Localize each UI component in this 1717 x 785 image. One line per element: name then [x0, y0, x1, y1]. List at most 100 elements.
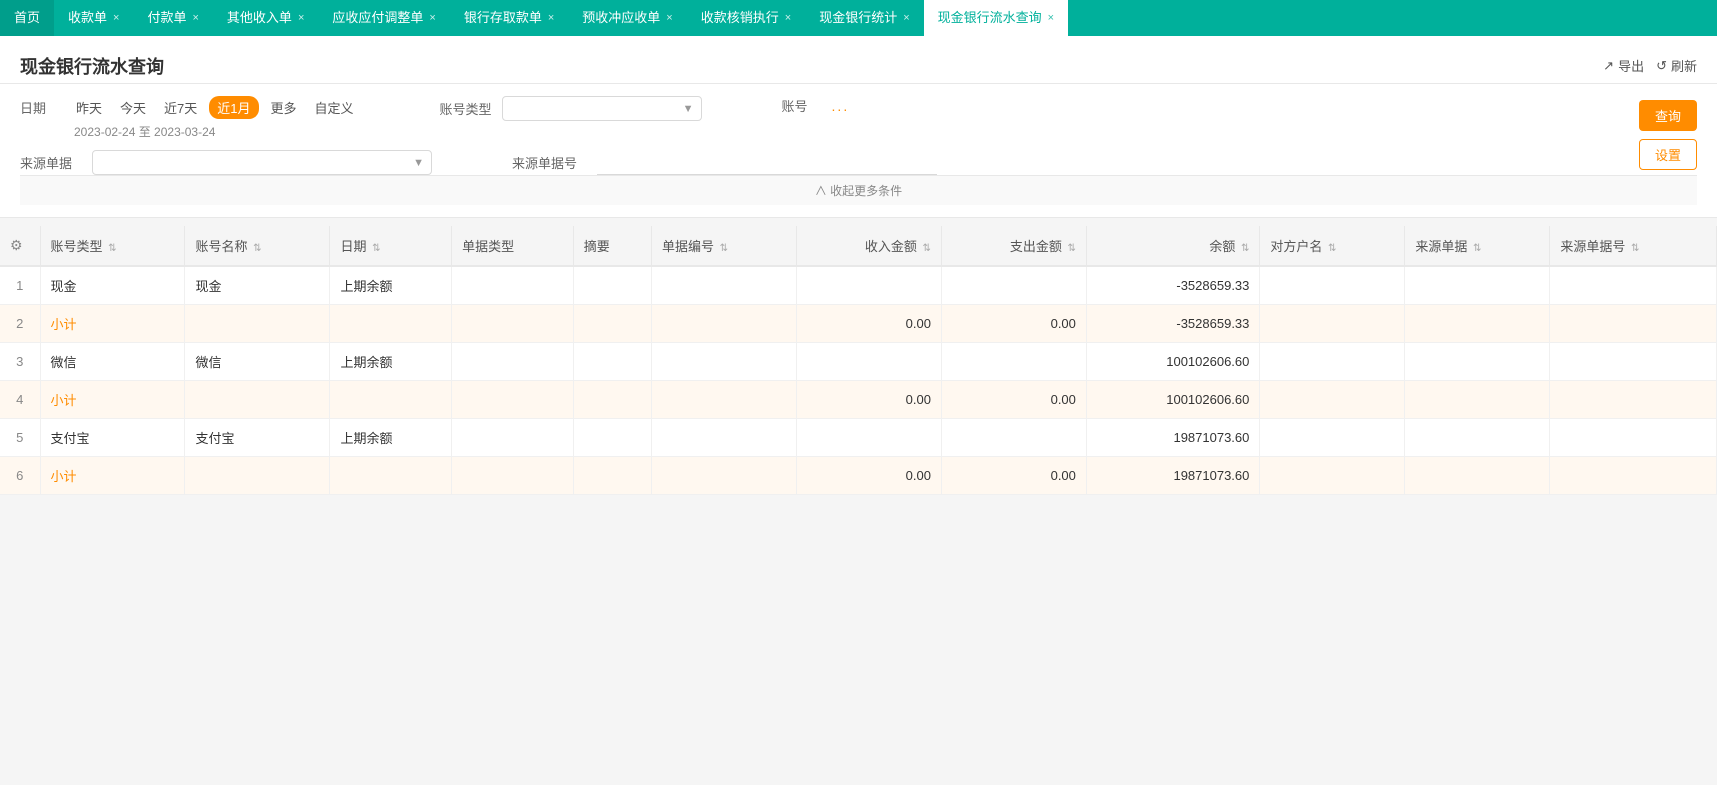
date-opt-today[interactable]: 今天 [114, 96, 152, 119]
close-icon[interactable]: × [548, 0, 554, 36]
col-label: 摘要 [584, 239, 610, 254]
nav-tab-liushuichaxun[interactable]: 现金银行流水查询 × [924, 0, 1068, 36]
col-income: 收入金额 ⇅ [796, 226, 941, 266]
col-label: 单据编号 [662, 239, 714, 254]
nav-tab-fukuandan[interactable]: 付款单 × [133, 0, 212, 36]
cell-source-doc-no [1550, 419, 1717, 457]
cell-doc-type [452, 457, 574, 495]
account-type-label: 账号类型 [440, 99, 492, 118]
nav-tab-yingshoutiaozheng[interactable]: 应收应付调整单 × [318, 0, 449, 36]
close-icon[interactable]: × [298, 0, 304, 36]
refresh-label: 刷新 [1671, 56, 1697, 75]
table-row: 4小计0.000.00100102606.60 [0, 381, 1717, 419]
nav-tab-label: 其他收入单 [227, 0, 292, 36]
cell-expense: 0.00 [941, 457, 1086, 495]
cell-source-doc-no [1550, 305, 1717, 343]
table-row: 1现金现金上期余额-3528659.33 [0, 266, 1717, 305]
sort-icon[interactable]: ⇅ [1473, 243, 1481, 254]
sort-icon[interactable]: ⇅ [108, 243, 116, 254]
col-label: 对方户名 [1270, 239, 1322, 254]
row-number: 2 [0, 305, 40, 343]
cell-balance: -3528659.33 [1086, 266, 1259, 305]
cell-income [796, 343, 941, 381]
export-button[interactable]: ↗ 导出 [1603, 56, 1644, 75]
sort-icon[interactable]: ⇅ [1241, 243, 1249, 254]
nav-tab-qitashouru[interactable]: 其他收入单 × [213, 0, 318, 36]
account-dots[interactable]: ... [832, 98, 850, 114]
settings-button[interactable]: 设置 [1639, 139, 1697, 170]
cell-date: 上期余额 [330, 343, 452, 381]
cell-account-name [185, 381, 330, 419]
cell-doc-type [452, 305, 574, 343]
sort-icon[interactable]: ⇅ [1068, 243, 1076, 254]
source-doc-select-wrapper: ▼ [92, 150, 432, 175]
cell-counterpart [1260, 381, 1405, 419]
sort-icon[interactable]: ⇅ [372, 243, 380, 254]
page-title: 现金银行流水查询 [20, 53, 164, 79]
date-opt-custom[interactable]: 自定义 [309, 96, 360, 119]
nav-tab-label: 收款单 [68, 0, 107, 36]
row-number: 5 [0, 419, 40, 457]
collapse-label: 收起更多条件 [830, 184, 902, 198]
query-button[interactable]: 查询 [1639, 100, 1697, 131]
nav-tab-yushou[interactable]: 预收冲应收单 × [568, 0, 686, 36]
col-balance: 余额 ⇅ [1086, 226, 1259, 266]
nav-tab-label: 付款单 [147, 0, 186, 36]
cell-doc-no [652, 305, 797, 343]
cell-doc-no [652, 343, 797, 381]
nav-tab-label: 预收冲应收单 [582, 0, 660, 36]
source-doc-select[interactable] [92, 150, 432, 175]
date-options: 昨天 今天 近7天 近1月 更多 自定义 [70, 96, 360, 119]
cell-account-type: 现金 [40, 266, 185, 305]
source-doc-label: 来源单据 [20, 153, 72, 172]
nav-tab-shoukuanhexiao[interactable]: 收款核销执行 × [687, 0, 805, 36]
nav-tab-yinhangcunkuan[interactable]: 银行存取款单 × [450, 0, 568, 36]
cell-source-doc [1405, 381, 1550, 419]
cell-balance: 100102606.60 [1086, 343, 1259, 381]
sort-icon[interactable]: ⇅ [253, 243, 261, 254]
close-icon[interactable]: × [192, 0, 198, 36]
date-opt-more[interactable]: 更多 [265, 96, 303, 119]
collapse-bar[interactable]: ∧ 收起更多条件 [20, 175, 1697, 205]
sort-icon[interactable]: ⇅ [1631, 243, 1639, 254]
row-number: 4 [0, 381, 40, 419]
cell-expense [941, 266, 1086, 305]
close-icon[interactable]: × [903, 0, 909, 36]
sort-icon[interactable]: ⇅ [720, 243, 728, 254]
collapse-icon: ∧ [815, 184, 827, 198]
col-label: 账号类型 [51, 239, 103, 254]
date-opt-yesterday[interactable]: 昨天 [70, 96, 108, 119]
col-label: 余额 [1209, 239, 1235, 254]
date-opt-1month[interactable]: 近1月 [209, 96, 258, 119]
cell-expense: 0.00 [941, 381, 1086, 419]
source-doc-num-input[interactable] [597, 151, 937, 175]
sort-icon[interactable]: ⇅ [1328, 243, 1336, 254]
cell-income: 0.00 [796, 381, 941, 419]
table-body: 1现金现金上期余额-3528659.332小计0.000.00-3528659.… [0, 266, 1717, 495]
col-account-name: 账号名称 ⇅ [185, 226, 330, 266]
close-icon[interactable]: × [429, 0, 435, 36]
nav-tab-label: 应收应付调整单 [332, 0, 423, 36]
row-number: 3 [0, 343, 40, 381]
close-icon[interactable]: × [666, 0, 672, 36]
gear-icon[interactable]: ⚙ [10, 237, 23, 253]
refresh-button[interactable]: ↺ 刷新 [1656, 56, 1697, 75]
cell-counterpart [1260, 419, 1405, 457]
cell-summary [573, 305, 651, 343]
export-icon: ↗ [1603, 58, 1614, 74]
nav-home-label: 首页 [14, 0, 40, 36]
close-icon[interactable]: × [1048, 0, 1054, 36]
nav-tab-xianjintongji[interactable]: 现金银行统计 × [805, 0, 923, 36]
sort-icon[interactable]: ⇅ [923, 243, 931, 254]
date-opt-7days[interactable]: 近7天 [158, 96, 203, 119]
cell-counterpart [1260, 305, 1405, 343]
col-gear[interactable]: ⚙ [0, 226, 40, 266]
close-icon[interactable]: × [113, 0, 119, 36]
cell-account-name [185, 457, 330, 495]
cell-doc-no [652, 381, 797, 419]
nav-home[interactable]: 首页 [0, 0, 54, 36]
account-type-select[interactable] [502, 96, 702, 121]
cell-source-doc [1405, 419, 1550, 457]
close-icon[interactable]: × [785, 0, 791, 36]
nav-tab-shoukuandan[interactable]: 收款单 × [54, 0, 133, 36]
